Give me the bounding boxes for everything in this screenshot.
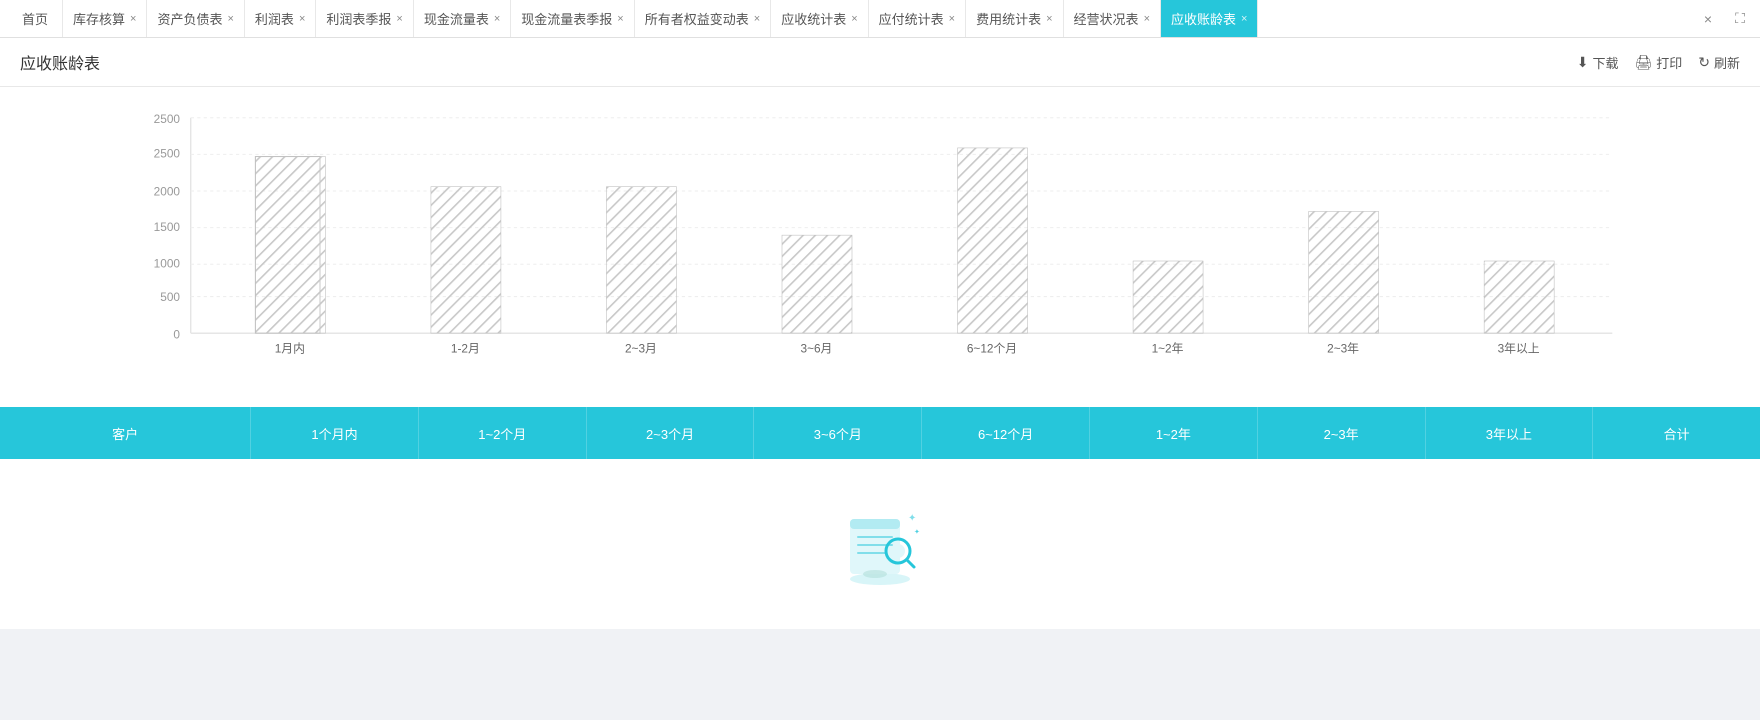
- tab-ar-stats[interactable]: 应收统计表 ×: [771, 0, 868, 38]
- th-3-6month: 3~6个月: [754, 407, 922, 459]
- tab-profit-quarterly-label: 利润表季报: [326, 9, 391, 28]
- tab-ap-stats-label: 应付统计表: [879, 9, 944, 28]
- empty-state-icon: ✦ ✦: [830, 499, 930, 589]
- main-content: 0 500 1000 1500 2000 2500 2500: [0, 87, 1760, 629]
- th-2-3year: 2~3年: [1258, 407, 1426, 459]
- tab-expense-stats[interactable]: 费用统计表 ×: [966, 0, 1063, 38]
- tab-ar-aging-label: 应收账龄表: [1171, 9, 1236, 28]
- tab-operation-status-label: 经营状况表: [1074, 9, 1139, 28]
- tab-equity-changes[interactable]: 所有者权益变动表 ×: [635, 0, 771, 38]
- svg-text:3~6月: 3~6月: [801, 342, 833, 356]
- tab-operation-status[interactable]: 经营状况表 ×: [1064, 0, 1161, 38]
- chart-container: 0 500 1000 1500 2000 2500 2500: [30, 107, 1730, 387]
- download-icon: ⬇: [1577, 54, 1589, 71]
- tab-equity-changes-close[interactable]: ×: [754, 13, 760, 25]
- tab-ap-stats-close[interactable]: ×: [949, 13, 955, 25]
- bar-1-2年: [1133, 261, 1203, 333]
- tab-home[interactable]: 首页: [8, 0, 63, 38]
- tab-ar-stats-close[interactable]: ×: [851, 13, 857, 25]
- table-header: 客户 1个月内 1~2个月 2~3个月 3~6个月 6~12个月 1~2年 2~…: [0, 407, 1760, 459]
- download-label: 下载: [1592, 53, 1618, 72]
- tab-inventory[interactable]: 库存核算 ×: [63, 0, 147, 38]
- window-close-button[interactable]: ×: [1696, 7, 1720, 31]
- svg-text:2500: 2500: [154, 147, 181, 161]
- bar-1-2月: [431, 187, 501, 333]
- svg-text:✦: ✦: [914, 528, 920, 536]
- tab-balance-sheet[interactable]: 资产负债表 ×: [147, 0, 244, 38]
- svg-text:1~2年: 1~2年: [1152, 342, 1184, 356]
- tab-cashflow[interactable]: 现金流量表 ×: [414, 0, 511, 38]
- tab-profit-label: 利润表: [255, 9, 294, 28]
- tab-operation-status-close[interactable]: ×: [1144, 13, 1150, 25]
- th-1-2month: 1~2个月: [419, 407, 587, 459]
- print-button[interactable]: 🖨 打印: [1634, 53, 1682, 72]
- svg-text:1000: 1000: [154, 256, 181, 270]
- svg-text:1500: 1500: [154, 220, 181, 234]
- tab-cashflow-quarterly-label: 现金流量表季报: [521, 9, 612, 28]
- th-1month: 1个月内: [251, 407, 419, 459]
- bar-3-6月: [782, 235, 852, 333]
- tab-expense-stats-label: 费用统计表: [976, 9, 1041, 28]
- window-maximize-button[interactable]: ⛶: [1728, 7, 1752, 31]
- tab-profit[interactable]: 利润表 ×: [245, 0, 316, 38]
- bar-2-3月: [606, 187, 676, 333]
- tab-ar-aging[interactable]: 应收账龄表 ×: [1161, 0, 1258, 38]
- tab-expense-stats-close[interactable]: ×: [1046, 13, 1052, 25]
- print-label: 打印: [1656, 53, 1682, 72]
- th-1-2year: 1~2年: [1090, 407, 1258, 459]
- th-2-3month: 2~3个月: [587, 407, 755, 459]
- svg-text:2~3年: 2~3年: [1327, 342, 1359, 356]
- th-6-12month: 6~12个月: [922, 407, 1090, 459]
- tab-equity-changes-label: 所有者权益变动表: [645, 9, 749, 28]
- svg-text:1-2月: 1-2月: [451, 342, 480, 356]
- tab-cashflow-label: 现金流量表: [424, 9, 489, 28]
- tab-balance-sheet-label: 资产负债表: [157, 9, 222, 28]
- tab-cashflow-close[interactable]: ×: [494, 13, 500, 25]
- refresh-icon: ↻: [1698, 54, 1710, 71]
- tab-inventory-close[interactable]: ×: [130, 13, 136, 25]
- tab-home-label: 首页: [22, 9, 48, 28]
- svg-text:2000: 2000: [154, 184, 181, 198]
- svg-text:3年以上: 3年以上: [1498, 342, 1540, 356]
- tab-ap-stats[interactable]: 应付统计表 ×: [869, 0, 966, 38]
- svg-text:2500: 2500: [154, 112, 181, 126]
- print-icon: 🖨: [1634, 54, 1652, 71]
- bar-2-3年: [1309, 211, 1379, 333]
- header-actions: ⬇ 下载 🖨 打印 ↻ 刷新: [1577, 53, 1740, 72]
- bar-chart: 0 500 1000 1500 2000 2500 2500: [30, 107, 1730, 387]
- empty-state: ✦ ✦: [0, 459, 1760, 629]
- svg-text:6~12个月: 6~12个月: [967, 342, 1017, 356]
- tab-cashflow-quarterly[interactable]: 现金流量表季报 ×: [511, 0, 634, 38]
- download-button[interactable]: ⬇ 下载: [1577, 53, 1619, 72]
- th-total: 合计: [1593, 407, 1760, 459]
- tab-ar-stats-label: 应收统计表: [781, 9, 846, 28]
- tab-inventory-label: 库存核算: [73, 9, 125, 28]
- svg-text:✦: ✦: [908, 513, 916, 524]
- refresh-label: 刷新: [1714, 53, 1740, 72]
- bar-3年以上: [1484, 261, 1554, 333]
- svg-text:500: 500: [160, 290, 180, 304]
- tab-cashflow-quarterly-close[interactable]: ×: [617, 13, 623, 25]
- th-3plus-year: 3年以上: [1426, 407, 1594, 459]
- tab-profit-close[interactable]: ×: [299, 13, 305, 25]
- page-header: 应收账龄表 ⬇ 下载 🖨 打印 ↻ 刷新: [0, 38, 1760, 87]
- window-controls: × ⛶: [1696, 7, 1752, 31]
- th-customer: 客户: [0, 407, 251, 459]
- refresh-button[interactable]: ↻ 刷新: [1698, 53, 1740, 72]
- tab-ar-aging-close[interactable]: ×: [1241, 13, 1247, 25]
- bar-6-12月: [958, 148, 1028, 333]
- tab-profit-quarterly[interactable]: 利润表季报 ×: [316, 0, 413, 38]
- page-title: 应收账龄表: [20, 50, 100, 74]
- svg-text:2~3月: 2~3月: [625, 342, 657, 356]
- tab-profit-quarterly-close[interactable]: ×: [396, 13, 402, 25]
- chart-area: 0 500 1000 1500 2000 2500 2500: [0, 87, 1760, 407]
- bar-1月内: [255, 157, 325, 334]
- tab-bar: 首页 库存核算 × 资产负债表 × 利润表 × 利润表季报 × 现金流量表 × …: [0, 0, 1760, 38]
- svg-text:1月内: 1月内: [275, 342, 305, 356]
- svg-text:0: 0: [173, 328, 180, 342]
- tab-balance-sheet-close[interactable]: ×: [227, 13, 233, 25]
